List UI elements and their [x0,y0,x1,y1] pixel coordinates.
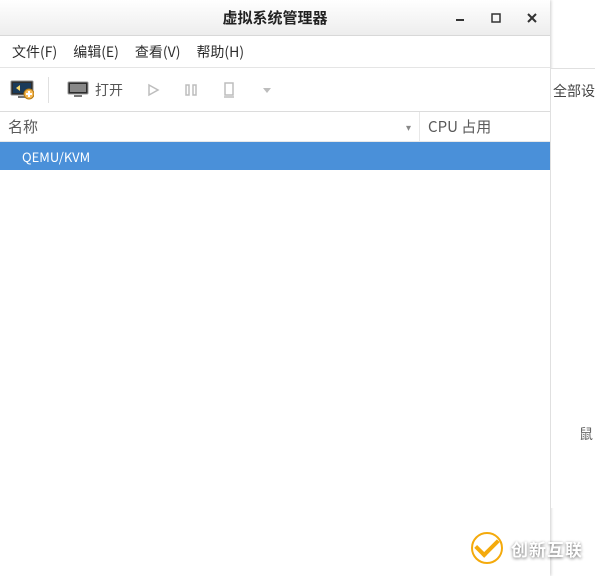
window-controls [446,0,546,36]
menu-help[interactable]: 帮助(H) [188,38,252,66]
toolbar-separator [48,77,49,103]
connection-label: QEMU/KVM [22,147,90,166]
close-button[interactable] [518,6,546,30]
monitor-new-icon [10,80,34,100]
menu-view[interactable]: 查看(V) [127,38,189,66]
monitor-icon [67,81,89,99]
menubar: 文件(F) 编辑(E) 查看(V) 帮助(H) [0,36,550,68]
open-button[interactable]: 打开 [59,74,131,106]
sort-indicator-icon: ▾ [406,119,411,134]
titlebar: 虚拟系统管理器 [0,0,550,36]
column-name-label: 名称 [8,116,38,137]
menu-file[interactable]: 文件(F) [4,38,65,66]
vm-list[interactable]: QEMU/KVM [0,142,550,576]
watermark: 创新互联 [471,532,583,564]
toolbar: 打开 [0,68,550,112]
maximize-button[interactable] [482,6,510,30]
chevron-down-icon [262,85,272,95]
minimize-button[interactable] [446,6,474,30]
column-headers: 名称 ▾ CPU 占用 [0,112,550,142]
run-button[interactable] [137,74,169,106]
shutdown-button[interactable] [213,74,245,106]
pause-button[interactable] [175,74,207,106]
menu-edit[interactable]: 编辑(E) [65,38,127,66]
new-vm-button[interactable] [6,74,38,106]
right-top-label: 全部设 [553,81,595,101]
right-panel: 全部设 鼠 [550,68,595,508]
column-cpu-label: CPU 占用 [428,116,491,137]
stop-icon [222,82,236,98]
column-cpu[interactable]: CPU 占用 [420,112,550,141]
right-mid-label: 鼠 [579,424,593,444]
shutdown-menu-button[interactable] [251,74,283,106]
open-label: 打开 [95,80,123,100]
column-name[interactable]: 名称 ▾ [0,112,420,141]
play-icon [146,83,160,97]
pause-icon [184,83,198,97]
watermark-check-icon [471,532,503,564]
main-window: 虚拟系统管理器 文件(F) 编辑(E) 查看(V) 帮助(H) [0,0,550,576]
watermark-text: 创新互联 [511,536,583,561]
connection-row[interactable]: QEMU/KVM [0,142,550,170]
